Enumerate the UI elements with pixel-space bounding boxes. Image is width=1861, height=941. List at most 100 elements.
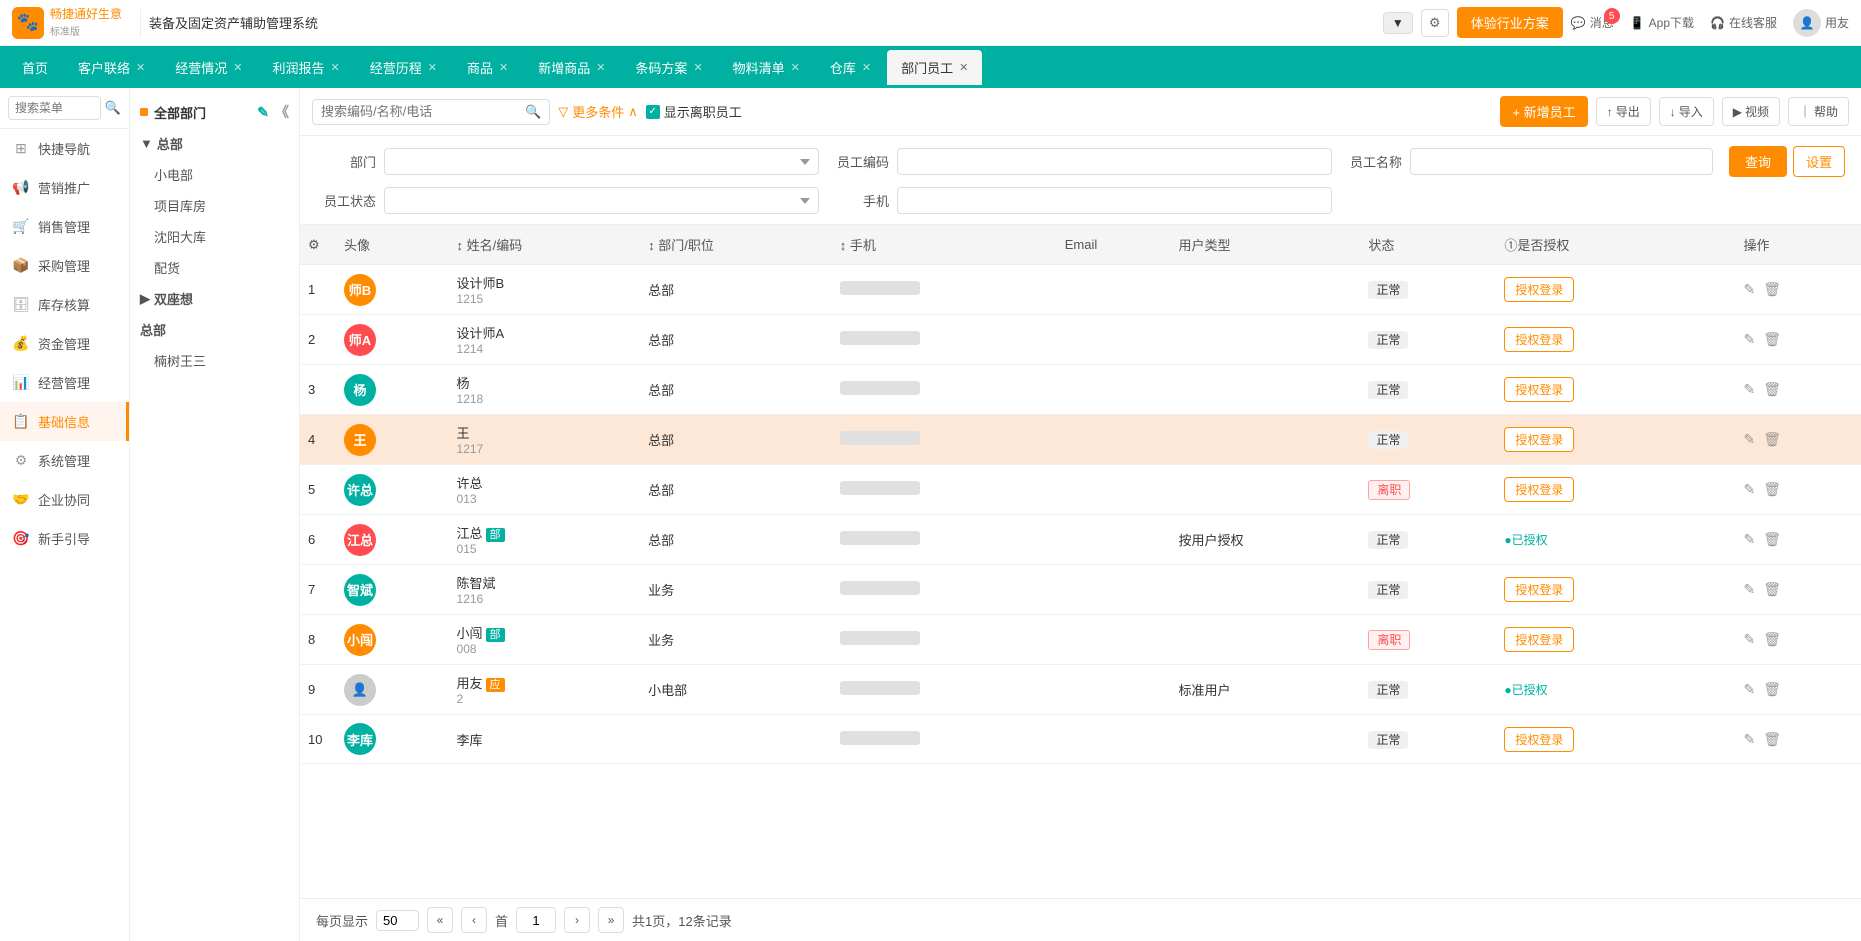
auth-btn[interactable]: 授权登录 <box>1504 427 1574 452</box>
sidebar-item-quick-nav[interactable]: ⊞ 快捷导航 <box>0 129 129 168</box>
delete-icon[interactable]: 🗑 <box>1763 581 1781 598</box>
tree-item-shuangzuo[interactable]: ▶ 双座想 <box>130 283 299 314</box>
close-icon[interactable]: ✕ <box>233 61 242 74</box>
emp-name-input[interactable] <box>1410 148 1713 175</box>
delete-icon[interactable]: 🗑 <box>1763 481 1781 498</box>
sidebar-item-guide[interactable]: 🎯 新手引导 <box>0 519 129 558</box>
edit-icon[interactable]: ✎ <box>1743 281 1755 298</box>
auth-btn[interactable]: 授权登录 <box>1504 577 1574 602</box>
prev-page-btn[interactable]: ‹ <box>461 907 487 933</box>
set-btn[interactable]: 设置 <box>1793 146 1845 177</box>
tree-item-distribution[interactable]: 配货 <box>130 252 299 283</box>
tree-item-shenyang[interactable]: 沈阳大库 <box>130 221 299 252</box>
nav-item-home[interactable]: 首页 <box>8 50 62 85</box>
delete-icon[interactable]: 🗑 <box>1763 331 1781 348</box>
close-icon[interactable]: ✕ <box>959 61 968 74</box>
close-icon[interactable]: ✕ <box>596 61 605 74</box>
edit-icon[interactable]: ✎ <box>1743 481 1755 498</box>
edit-icon[interactable]: ✎ <box>1743 431 1755 448</box>
tree-item-headquarter-group[interactable]: ▼ 总部 <box>130 128 299 159</box>
tree-edit-icon[interactable]: ✎ <box>257 104 269 121</box>
delete-icon[interactable]: 🗑 <box>1763 531 1781 548</box>
user-avatar[interactable]: 👤 用友 <box>1793 9 1849 37</box>
search-input[interactable] <box>321 104 521 119</box>
nav-item-operations[interactable]: 经营情况 ✕ <box>161 50 256 85</box>
sidebar-item-operations[interactable]: 📊 经营管理 <box>0 363 129 402</box>
delete-icon[interactable]: 🗑 <box>1763 381 1781 398</box>
col-dept[interactable]: ↕ 部门/职位 <box>640 225 832 265</box>
message-icon[interactable]: 💬 消息 5 <box>1571 14 1614 31</box>
dept-select[interactable] <box>384 148 819 175</box>
col-name[interactable]: ↕ 姓名/编码 <box>449 225 641 265</box>
first-page-btn[interactable]: « <box>427 907 453 933</box>
col-phone[interactable]: ↕ 手机 <box>832 225 1057 265</box>
close-icon[interactable]: ✕ <box>331 61 340 74</box>
sidebar-item-cooperation[interactable]: 🤝 企业协同 <box>0 480 129 519</box>
sidebar-item-system[interactable]: ⚙ 系统管理 <box>0 441 129 480</box>
nav-item-bom[interactable]: 物料清单 ✕ <box>719 50 814 85</box>
nav-item-profit[interactable]: 利润报告 ✕ <box>258 50 353 85</box>
sidebar-item-inventory[interactable]: 🗄 库存核算 <box>0 285 129 324</box>
delete-icon[interactable]: 🗑 <box>1763 731 1781 748</box>
nav-item-employees[interactable]: 部门员工 ✕ <box>887 50 982 85</box>
search-input[interactable] <box>8 96 101 120</box>
col-settings[interactable]: ⚙ <box>300 225 336 265</box>
edit-icon[interactable]: ✎ <box>1743 381 1755 398</box>
tree-item-nanshuwang[interactable]: 楠树王三 <box>130 345 299 376</box>
import-btn[interactable]: ↓ 导入 <box>1659 97 1714 126</box>
close-icon[interactable]: ✕ <box>862 61 871 74</box>
auth-btn[interactable]: 授权登录 <box>1504 727 1574 752</box>
tree-item-headquarter[interactable]: 总部 <box>130 314 299 345</box>
close-icon[interactable]: ✕ <box>791 61 800 74</box>
edit-icon[interactable]: ✎ <box>1743 631 1755 648</box>
delete-icon[interactable]: 🗑 <box>1763 281 1781 298</box>
experience-btn[interactable]: 体验行业方案 <box>1457 7 1563 38</box>
page-input[interactable] <box>516 907 556 933</box>
show-resigned-toggle[interactable]: ✓ 显示离职员工 <box>646 102 742 121</box>
app-download-icon[interactable]: 📱 App下载 <box>1630 14 1694 31</box>
tree-collapse-icon[interactable]: 《 <box>275 102 289 122</box>
sidebar-item-finance[interactable]: 💰 资金管理 <box>0 324 129 363</box>
close-icon[interactable]: ✕ <box>693 61 702 74</box>
tree-item-xiaodian[interactable]: 小电部 <box>130 159 299 190</box>
sidebar-item-marketing[interactable]: 📢 营销推广 <box>0 168 129 207</box>
edit-icon[interactable]: ✎ <box>1743 581 1755 598</box>
auth-btn[interactable]: 授权登录 <box>1504 327 1574 352</box>
sidebar-item-purchase[interactable]: 📦 采购管理 <box>0 246 129 285</box>
help-btn[interactable]: ｜ 帮助 <box>1788 97 1849 126</box>
nav-item-customer[interactable]: 客户联络 ✕ <box>64 50 159 85</box>
online-service-icon[interactable]: 🎧 在线客服 <box>1710 14 1777 31</box>
edit-icon[interactable]: ✎ <box>1743 331 1755 348</box>
emp-status-select[interactable] <box>384 187 819 214</box>
nav-item-journey[interactable]: 经营历程 ✕ <box>356 50 451 85</box>
close-icon[interactable]: ✕ <box>428 61 437 74</box>
close-icon[interactable]: ✕ <box>136 61 145 74</box>
view-btn[interactable]: ▶ 视频 <box>1722 97 1780 126</box>
nav-item-barcode[interactable]: 条码方案 ✕ <box>621 50 716 85</box>
export-btn[interactable]: ↑ 导出 <box>1596 97 1651 126</box>
system-dropdown[interactable]: ▼ <box>1383 12 1413 34</box>
per-page-select[interactable]: 50 <box>376 910 419 931</box>
settings-icon[interactable]: ⚙ <box>1421 9 1449 37</box>
query-btn[interactable]: 查询 <box>1729 146 1787 177</box>
auth-btn[interactable]: 授权登录 <box>1504 477 1574 502</box>
edit-icon[interactable]: ✎ <box>1743 731 1755 748</box>
auth-btn[interactable]: 授权登录 <box>1504 277 1574 302</box>
nav-item-goods[interactable]: 商品 ✕ <box>453 50 522 85</box>
edit-icon[interactable]: ✎ <box>1743 531 1755 548</box>
auth-btn[interactable]: 授权登录 <box>1504 627 1574 652</box>
add-employee-btn[interactable]: + 新增员工 <box>1500 96 1587 127</box>
phone-input[interactable] <box>897 187 1332 214</box>
delete-icon[interactable]: 🗑 <box>1763 681 1781 698</box>
last-page-btn[interactable]: » <box>598 907 624 933</box>
auth-btn[interactable]: 授权登录 <box>1504 377 1574 402</box>
delete-icon[interactable]: 🗑 <box>1763 631 1781 648</box>
next-page-btn[interactable]: › <box>564 907 590 933</box>
nav-item-warehouse[interactable]: 仓库 ✕ <box>816 50 885 85</box>
emp-code-input[interactable] <box>897 148 1332 175</box>
nav-item-add-goods[interactable]: 新增商品 ✕ <box>524 50 619 85</box>
delete-icon[interactable]: 🗑 <box>1763 431 1781 448</box>
close-icon[interactable]: ✕ <box>499 61 508 74</box>
more-filters-btn[interactable]: ▽ 更多条件 ∧ <box>558 102 638 121</box>
sidebar-item-sales[interactable]: 🛒 销售管理 <box>0 207 129 246</box>
